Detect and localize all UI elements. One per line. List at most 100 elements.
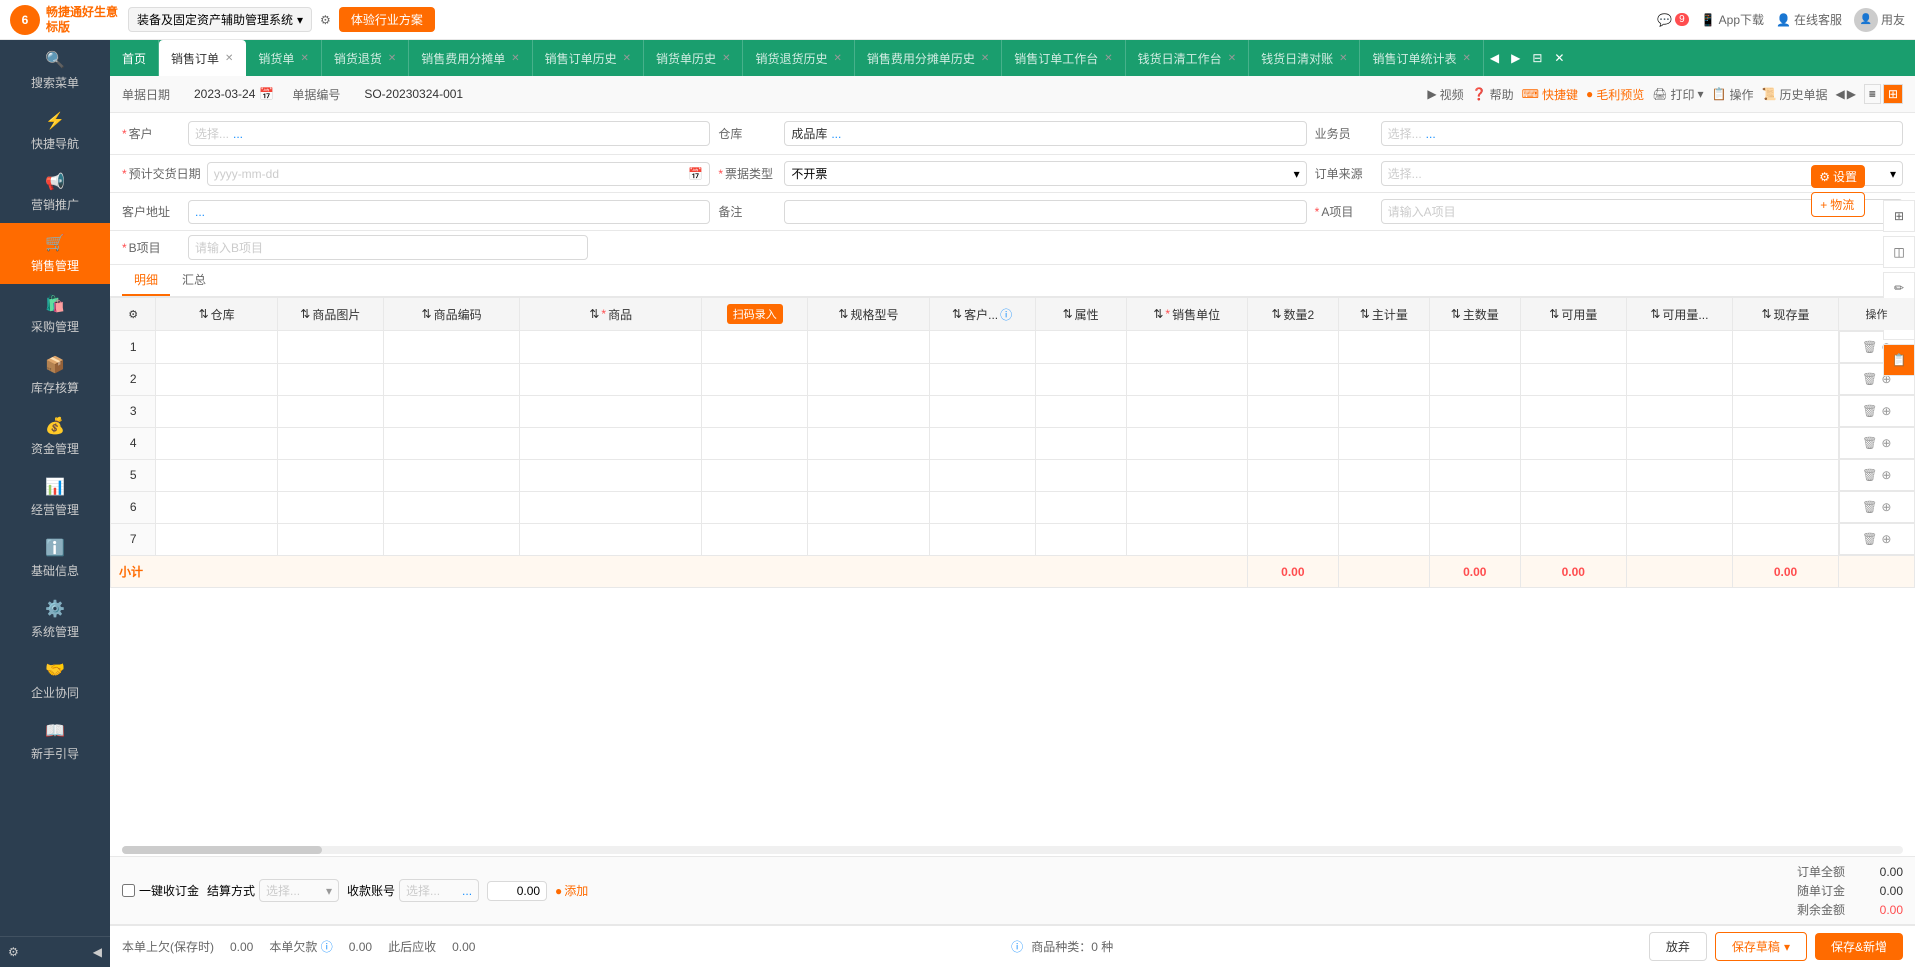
tab-expand-btn[interactable]: ⊟ xyxy=(1526,40,1548,76)
grid-view-icon[interactable]: ⊞ xyxy=(1883,84,1903,104)
sidebar-item-enterprise[interactable]: 🤝 企业协同 xyxy=(0,650,110,711)
tab-sales-stats[interactable]: 销售订单统计表 ✕ xyxy=(1360,40,1483,76)
delivery-date-input[interactable]: yyyy-mm-dd 📅 xyxy=(207,162,711,186)
tab-daily-workbench[interactable]: 钱货日清工作台 ✕ xyxy=(1126,40,1249,76)
message-item[interactable]: 💬 9 💬 xyxy=(1657,13,1689,27)
tab-next-btn[interactable]: ▶ xyxy=(1505,40,1526,76)
amount-input[interactable] xyxy=(487,881,547,901)
th-available2[interactable]: ⇅可用量... xyxy=(1626,298,1732,331)
address-input[interactable]: ... xyxy=(188,200,710,224)
help-btn[interactable]: ❓ 帮助 xyxy=(1472,86,1514,103)
user-area[interactable]: 👤 用友 xyxy=(1854,8,1905,32)
tab-close-icon[interactable]: ✕ xyxy=(722,53,730,64)
float-btn-5[interactable]: 📋 xyxy=(1883,344,1915,376)
tab-close-icon[interactable]: ✕ xyxy=(833,53,841,64)
tab-sales-order[interactable]: 销售订单 ✕ xyxy=(159,40,246,76)
sidebar-item-guide[interactable]: 📖 新手引导 xyxy=(0,711,110,772)
save-new-btn[interactable]: 保存&新增 xyxy=(1815,933,1903,960)
copy-icon[interactable]: ⊕ xyxy=(1881,468,1891,482)
copy-icon[interactable]: ⊕ xyxy=(1881,436,1891,450)
sidebar-item-search[interactable]: 🔍 搜索菜单 xyxy=(0,40,110,101)
view-btn[interactable]: ▶ 视频 xyxy=(1427,86,1463,103)
tab-sales-expense[interactable]: 销售费用分摊单 ✕ xyxy=(409,40,532,76)
add-payment-btn[interactable]: ● 添加 xyxy=(555,882,588,899)
notes-input[interactable] xyxy=(784,200,1306,224)
prev-icon[interactable]: ◀ xyxy=(1835,87,1844,101)
save-draft-btn[interactable]: 保存草稿 ▾ xyxy=(1715,932,1807,961)
discard-btn[interactable]: 放弃 xyxy=(1649,932,1707,961)
tab-sales-invoice[interactable]: 销货单 ✕ xyxy=(246,40,321,76)
account-dots[interactable]: ... xyxy=(462,884,472,898)
profit-preview-btn[interactable]: ● 毛利预览 xyxy=(1586,86,1644,103)
tab-sales-return[interactable]: 销货退货 ✕ xyxy=(322,40,409,76)
scrollbar-track[interactable] xyxy=(122,846,1903,854)
tab-daily-reconcile[interactable]: 钱货日清对账 ✕ xyxy=(1249,40,1360,76)
th-available[interactable]: ⇅可用量 xyxy=(1520,298,1626,331)
warehouse-dots[interactable]: ... xyxy=(831,127,841,141)
sidebar-item-inventory[interactable]: 📦 库存核算 xyxy=(0,345,110,406)
tab-close-icon[interactable]: ✕ xyxy=(1463,53,1471,64)
tab-expense-history[interactable]: 销售费用分摊单历史 ✕ xyxy=(855,40,1002,76)
tab-close-icon[interactable]: ✕ xyxy=(388,53,396,64)
tab-home[interactable]: 首页 xyxy=(110,40,159,76)
th-scan[interactable]: 扫码录入 xyxy=(702,298,808,331)
tab-close-icon[interactable]: ✕ xyxy=(981,53,989,64)
sidebar-item-marketing[interactable]: 📢 营销推广 xyxy=(0,162,110,223)
invoice-type-select[interactable]: 不开票 ▾ xyxy=(784,161,1306,186)
address-dots[interactable]: ... xyxy=(195,205,205,219)
delete-icon[interactable]: 🗑 xyxy=(1862,532,1877,546)
sidebar-item-basic-info[interactable]: ℹ️ 基础信息 xyxy=(0,528,110,589)
tab-close-icon[interactable]: ✕ xyxy=(623,53,631,64)
th-main-unit[interactable]: ⇅主计量 xyxy=(1338,298,1429,331)
delete-icon[interactable]: 🗑 xyxy=(1862,468,1877,482)
float-btn-2[interactable]: ◫ xyxy=(1883,236,1915,268)
settings-gear-icon[interactable]: ⚙ xyxy=(320,13,331,27)
tab-close-icon[interactable]: ✕ xyxy=(1228,53,1236,64)
industry-btn[interactable]: 体验行业方案 xyxy=(339,7,435,32)
delete-icon[interactable]: 🗑 xyxy=(1862,372,1877,386)
tab-close-icon[interactable]: ✕ xyxy=(225,53,233,64)
th-settings[interactable]: ⚙ xyxy=(111,298,156,331)
sidebar-item-finance[interactable]: 💰 资金管理 xyxy=(0,406,110,467)
sidebar-item-quick-nav[interactable]: ⚡ 快捷导航 xyxy=(0,101,110,162)
tab-close-all-btn[interactable]: ✕ xyxy=(1548,40,1570,76)
th-code[interactable]: ⇅商品编码 xyxy=(383,298,519,331)
date-value[interactable]: 2023-03-24 📅 xyxy=(188,82,280,106)
copy-icon[interactable]: ⊕ xyxy=(1881,500,1891,514)
delete-icon[interactable]: 🗑 xyxy=(1862,340,1877,354)
copy-icon[interactable]: ⊕ xyxy=(1881,532,1891,546)
tab-order-workbench[interactable]: 销售订单工作台 ✕ xyxy=(1002,40,1125,76)
detail-tab-summary[interactable]: 汇总 xyxy=(170,265,218,296)
th-stock[interactable]: ⇅现存量 xyxy=(1732,298,1838,331)
next-icon[interactable]: ▶ xyxy=(1847,87,1856,101)
detail-tab-detail[interactable]: 明细 xyxy=(122,265,170,296)
customer-dots[interactable]: ... xyxy=(233,127,243,141)
th-qty2[interactable]: ⇅数量2 xyxy=(1247,298,1338,331)
sidebar-item-operations[interactable]: 📊 经营管理 xyxy=(0,467,110,528)
salesperson-input[interactable]: 选择... ... xyxy=(1381,121,1903,146)
operations-btn[interactable]: 📋 操作 xyxy=(1712,86,1754,103)
tab-order-history[interactable]: 销售订单历史 ✕ xyxy=(533,40,644,76)
th-attr[interactable]: ⇅属性 xyxy=(1035,298,1126,331)
th-image[interactable]: ⇅商品图片 xyxy=(277,298,383,331)
sidebar-item-purchase[interactable]: 🛍️ 采购管理 xyxy=(0,284,110,345)
settings-btn[interactable]: ⚙ 设置 xyxy=(1811,165,1865,188)
th-spec[interactable]: ⇅规格型号 xyxy=(808,298,929,331)
sidebar-settings-icon[interactable]: ⚙ xyxy=(8,945,19,959)
th-unit[interactable]: ⇅*销售单位 xyxy=(1126,298,1247,331)
th-name[interactable]: ⇅*商品 xyxy=(520,298,702,331)
tab-return-history[interactable]: 销货退货历史 ✕ xyxy=(743,40,854,76)
tab-close-icon[interactable]: ✕ xyxy=(1339,53,1347,64)
tab-close-icon[interactable]: ✕ xyxy=(300,53,308,64)
th-customer-code[interactable]: ⇅客户...ⓘ xyxy=(929,298,1035,331)
tab-close-icon[interactable]: ✕ xyxy=(511,53,519,64)
one-click-checkbox[interactable] xyxy=(122,884,135,897)
print-btn[interactable]: 🖨 打印 ▾ xyxy=(1652,86,1703,103)
shortcuts-btn[interactable]: ⌨ 快捷键 xyxy=(1522,86,1578,103)
online-service[interactable]: 👤 在线客服 xyxy=(1776,11,1842,28)
tab-invoice-history[interactable]: 销货单历史 ✕ xyxy=(644,40,743,76)
calendar-icon[interactable]: 📅 xyxy=(259,87,274,101)
salesperson-dots[interactable]: ... xyxy=(1426,127,1436,141)
delete-icon[interactable]: 🗑 xyxy=(1862,436,1877,450)
sidebar-item-system[interactable]: ⚙️ 系统管理 xyxy=(0,589,110,650)
